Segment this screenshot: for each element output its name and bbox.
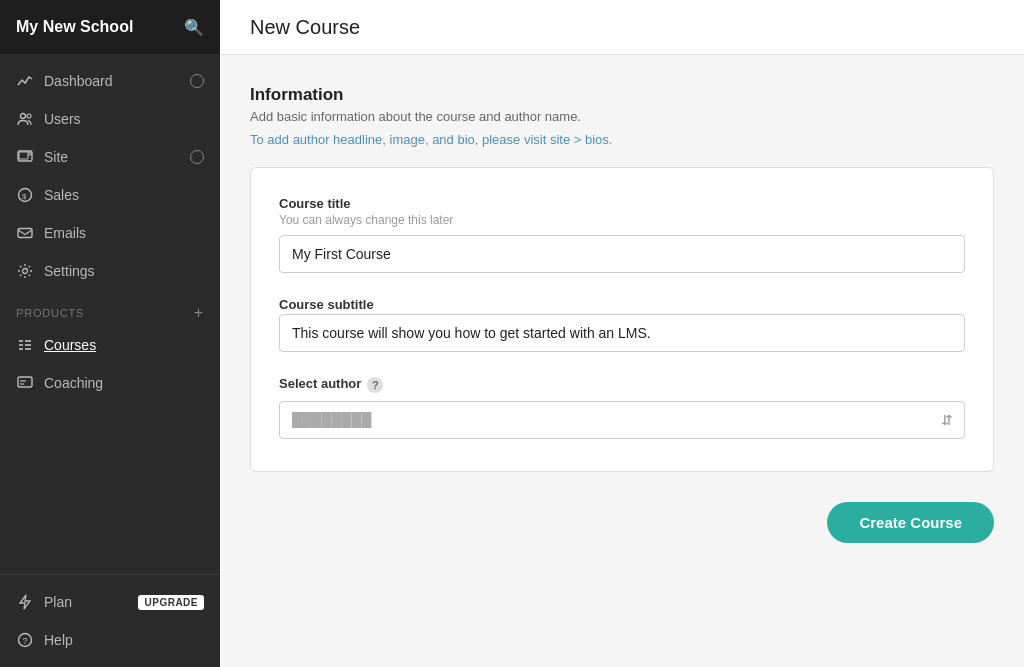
svg-text:$: $ bbox=[22, 192, 27, 201]
school-name: My New School bbox=[16, 18, 133, 36]
course-subtitle-label: Course subtitle bbox=[279, 297, 965, 312]
sidebar-item-help[interactable]: ? Help bbox=[0, 621, 220, 659]
coaching-icon bbox=[16, 374, 34, 392]
sidebar-item-sales[interactable]: $ Sales bbox=[0, 176, 220, 214]
dashboard-status-circle bbox=[190, 74, 204, 88]
settings-icon bbox=[16, 262, 34, 280]
course-title-label: Course title bbox=[279, 196, 965, 211]
sidebar-item-plan[interactable]: Plan UPGRADE bbox=[0, 583, 220, 621]
info-section-link: To add author headline, image, and bio, … bbox=[250, 132, 994, 147]
page-title: New Course bbox=[250, 16, 360, 39]
info-section-title: Information bbox=[250, 85, 994, 105]
svg-point-8 bbox=[23, 269, 28, 274]
main-body: Information Add basic information about … bbox=[220, 55, 1024, 667]
select-author-group: Select author ? ████████ ⇵ bbox=[279, 376, 965, 439]
sidebar-item-users[interactable]: Users bbox=[0, 100, 220, 138]
svg-rect-4 bbox=[29, 152, 31, 155]
main-header: New Course bbox=[220, 0, 1024, 55]
trend-icon bbox=[16, 72, 34, 90]
sidebar-nav: Dashboard Users bbox=[0, 54, 220, 574]
svg-marker-18 bbox=[20, 595, 30, 609]
sidebar-item-settings[interactable]: Settings bbox=[0, 252, 220, 290]
svg-rect-3 bbox=[19, 152, 28, 159]
svg-point-0 bbox=[21, 114, 26, 119]
lightning-icon bbox=[16, 593, 34, 611]
sidebar-item-emails[interactable]: Emails bbox=[0, 214, 220, 252]
actions-row: Create Course bbox=[250, 492, 994, 553]
sidebar: My New School 🔍 Dashboard bbox=[0, 0, 220, 667]
emails-icon bbox=[16, 224, 34, 242]
sidebar-item-coaching[interactable]: Coaching bbox=[0, 364, 220, 402]
help-icon: ? bbox=[16, 631, 34, 649]
course-subtitle-input[interactable] bbox=[279, 314, 965, 352]
info-section-subtitle: Add basic information about the course a… bbox=[250, 109, 994, 124]
site-status-circle bbox=[190, 150, 204, 164]
course-title-group: Course title You can always change this … bbox=[279, 196, 965, 273]
sidebar-item-site[interactable]: Site bbox=[0, 138, 220, 176]
site-icon bbox=[16, 148, 34, 166]
author-select[interactable]: ████████ bbox=[279, 401, 965, 439]
search-icon[interactable]: 🔍 bbox=[184, 18, 204, 37]
sidebar-footer: Plan UPGRADE ? Help bbox=[0, 574, 220, 667]
courses-icon bbox=[16, 336, 34, 354]
products-section-label: PRODUCTS + bbox=[0, 290, 220, 326]
svg-rect-15 bbox=[18, 377, 32, 387]
add-product-button[interactable]: + bbox=[194, 304, 204, 322]
select-author-label: Select author bbox=[279, 376, 361, 391]
upgrade-badge: UPGRADE bbox=[138, 595, 204, 610]
author-help-icon[interactable]: ? bbox=[367, 377, 383, 393]
svg-point-1 bbox=[27, 114, 31, 118]
sidebar-item-dashboard[interactable]: Dashboard bbox=[0, 62, 220, 100]
form-card: Course title You can always change this … bbox=[250, 167, 994, 472]
sidebar-header: My New School 🔍 bbox=[0, 0, 220, 54]
author-select-wrapper: ████████ ⇵ bbox=[279, 401, 965, 439]
sidebar-item-courses[interactable]: Courses bbox=[0, 326, 220, 364]
svg-text:?: ? bbox=[23, 636, 28, 646]
sales-icon: $ bbox=[16, 186, 34, 204]
course-title-input[interactable] bbox=[279, 235, 965, 273]
users-icon bbox=[16, 110, 34, 128]
svg-rect-7 bbox=[18, 229, 32, 238]
course-subtitle-group: Course subtitle bbox=[279, 297, 965, 352]
main-content: New Course Information Add basic informa… bbox=[220, 0, 1024, 667]
course-title-hint: You can always change this later bbox=[279, 213, 965, 227]
create-course-button[interactable]: Create Course bbox=[827, 502, 994, 543]
